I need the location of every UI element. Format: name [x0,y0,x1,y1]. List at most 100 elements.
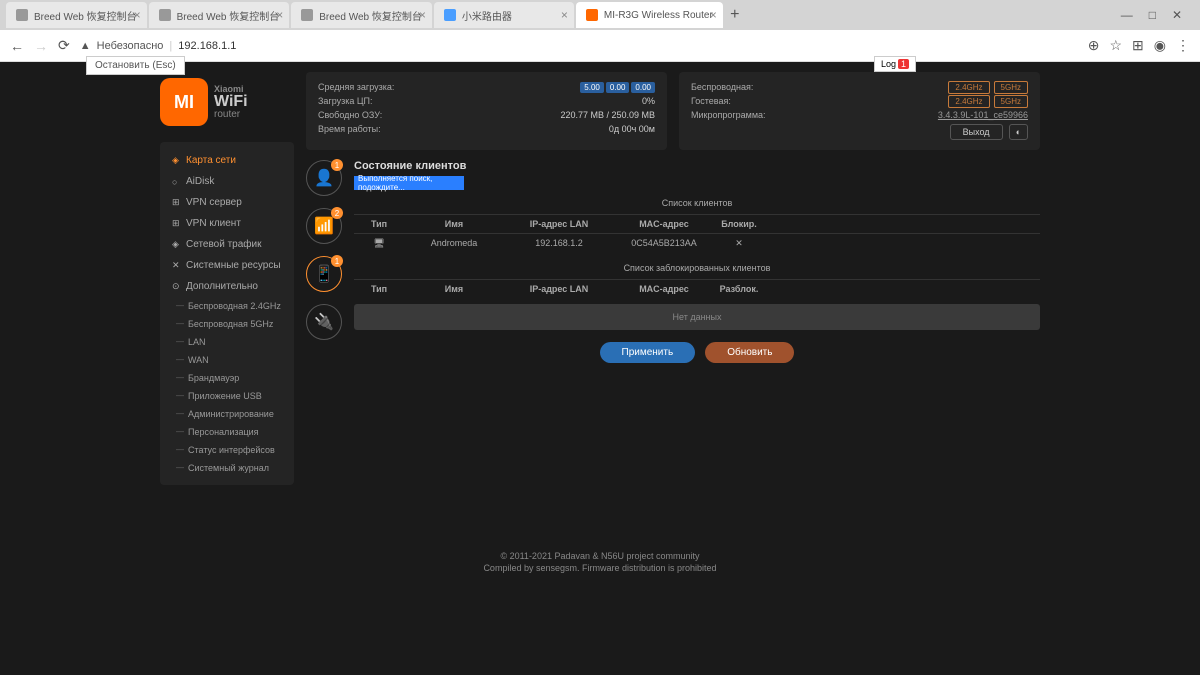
ram-label: Свободно ОЗУ: [318,110,382,120]
file-icon [16,9,28,21]
col-type2: Тип [354,284,404,294]
maximize-icon[interactable]: □ [1149,8,1156,22]
client-name: Andromeda [404,238,504,249]
mi-logo-icon: MI [160,78,208,126]
browser-tabs: Breed Web 恢复控制台× Breed Web 恢复控制台× Breed … [0,0,1200,30]
firmware-label: Микропрограмма: [691,110,766,120]
router-page: MI XiaomiWiFirouter ◈Карта сети ○AiDisk … [0,62,1200,675]
extensions-icon[interactable]: ⊞ [1132,37,1144,54]
close-icon[interactable]: × [710,8,717,22]
load-5: 0.00 [606,82,630,93]
tab-4[interactable]: MI-R3G Wireless Router× [576,2,723,28]
sidebar-sub-wireless5[interactable]: Беспроводная 5GHz [160,315,294,333]
uptime-value: 0д 00ч 00м [609,124,655,134]
menu-icon[interactable]: ⋮ [1176,37,1190,54]
reload-button[interactable]: ⟳ [58,37,70,54]
load-15: 0.00 [631,82,655,93]
log-badge[interactable]: Log1 [874,56,916,72]
theme-button[interactable]: ◐ [1009,124,1028,140]
devices-icon[interactable]: 📱1 [306,256,342,292]
load-1: 5.00 [580,82,604,93]
sidebar-sub-admin[interactable]: Администрирование [160,405,294,423]
panel-title: Состояние клиентов [354,160,1040,172]
device-type-icon: 🖥 [354,238,404,249]
clients-icon[interactable]: 👤1 [306,160,342,196]
content-panel: Состояние клиентов Выполняется поиск, по… [354,160,1040,363]
file-icon [159,9,171,21]
sidebar-sub-syslog[interactable]: Системный журнал [160,459,294,477]
tab-2[interactable]: Breed Web 恢复控制台× [291,2,432,28]
usb-icon[interactable]: 🔌 [306,304,342,340]
col-mac2: MAC-адрес [614,284,714,294]
guest-label: Гостевая: [691,96,731,106]
clients-header: Список клиентов [354,198,1040,208]
warning-icon: ▲ [80,40,91,52]
security-label: Небезопасно [97,40,164,52]
sidebar-sub-lan[interactable]: LAN [160,333,294,351]
sidebar-item-vpn-server[interactable]: ⊞VPN сервер [160,192,294,213]
stats-system: Средняя загрузка:5.000.000.00 Загрузка Ц… [306,72,667,150]
stop-tooltip: Остановить (Esc) [86,56,185,75]
stats-wireless: Беспроводная: 2.4GHz 5GHz Гостевая: 2.4GHz 5… [679,72,1040,150]
close-icon[interactable]: × [276,8,283,22]
col-name: Имя [404,219,504,229]
col-ip2: IP-адрес LAN [504,284,614,294]
profile-icon[interactable]: ◉ [1154,37,1166,54]
cpu-value: 0% [642,96,655,106]
load-avg-label: Средняя загрузка: [318,82,394,92]
ram-value: 220.77 MB / 250.09 MB [560,110,655,120]
badge-5ghz[interactable]: 5GHz [994,81,1028,94]
sidebar-item-advanced[interactable]: ⊙Дополнительно [160,276,294,297]
badge-24ghz[interactable]: 2.4GHz [948,81,989,94]
blocked-header: Список заблокированных клиентов [354,263,1040,273]
guest-24ghz[interactable]: 2.4GHz [948,95,989,108]
col-mac: MAC-адрес [614,219,714,229]
sidebar-sub-interfaces[interactable]: Статус интерфейсов [160,441,294,459]
block-button[interactable]: ✕ [714,238,764,249]
sidebar: ◈Карта сети ○AiDisk ⊞VPN сервер ⊞VPN кли… [160,142,294,485]
file-icon [444,9,456,21]
tab-3[interactable]: 小米路由器× [434,2,574,28]
logout-button[interactable]: Выход [950,124,1003,140]
sidebar-sub-usb[interactable]: Приложение USB [160,387,294,405]
client-ip: 192.168.1.2 [504,238,614,249]
close-icon[interactable]: × [561,8,568,22]
back-button[interactable]: ← [10,38,24,54]
sidebar-sub-wan[interactable]: WAN [160,351,294,369]
favorite-icon[interactable]: ☆ [1109,37,1122,54]
wireless-label: Беспроводная: [691,82,753,92]
no-data: Нет данных [354,304,1040,330]
sidebar-sub-wireless24[interactable]: Беспроводная 2.4GHz [160,297,294,315]
router-icon [586,9,598,21]
sidebar-item-aidisk[interactable]: ○AiDisk [160,171,294,192]
minimize-icon[interactable]: — [1121,8,1133,22]
sidebar-sub-personalize[interactable]: Персонализация [160,423,294,441]
searching-progress: Выполняется поиск, подождите... [354,176,464,190]
close-window-icon[interactable]: ✕ [1172,8,1182,22]
file-icon [301,9,313,21]
sidebar-item-network-map[interactable]: ◈Карта сети [160,150,294,171]
refresh-button[interactable]: Обновить [705,342,794,363]
sidebar-item-vpn-client[interactable]: ⊞VPN клиент [160,213,294,234]
logo: MI XiaomiWiFirouter [160,72,294,132]
install-icon[interactable]: ⊕ [1088,37,1100,54]
guest-5ghz[interactable]: 5GHz [994,95,1028,108]
url-field[interactable]: ▲ Небезопасно | 192.168.1.1 [80,40,1078,52]
close-icon[interactable]: × [419,8,426,22]
sidebar-item-resources[interactable]: ✕Системные ресурсы [160,255,294,276]
tab-1[interactable]: Breed Web 恢复控制台× [149,2,290,28]
tab-0[interactable]: Breed Web 恢复控制台× [6,2,147,28]
wifi-icon[interactable]: 📶2 [306,208,342,244]
col-unblock: Разблок. [714,284,764,294]
client-mac: 0C54A5B213AA [614,238,714,249]
col-type: Тип [354,219,404,229]
firmware-link[interactable]: 3.4.3.9L-101_ce59966 [938,110,1028,120]
new-tab-button[interactable]: + [725,6,745,24]
forward-button[interactable]: → [34,38,48,54]
apply-button[interactable]: Применить [600,342,696,363]
sidebar-item-traffic[interactable]: ◈Сетевой трафик [160,234,294,255]
cpu-label: Загрузка ЦП: [318,96,373,106]
sidebar-sub-firewall[interactable]: Брандмауэр [160,369,294,387]
close-icon[interactable]: × [134,8,141,22]
url-text: 192.168.1.1 [178,40,236,52]
